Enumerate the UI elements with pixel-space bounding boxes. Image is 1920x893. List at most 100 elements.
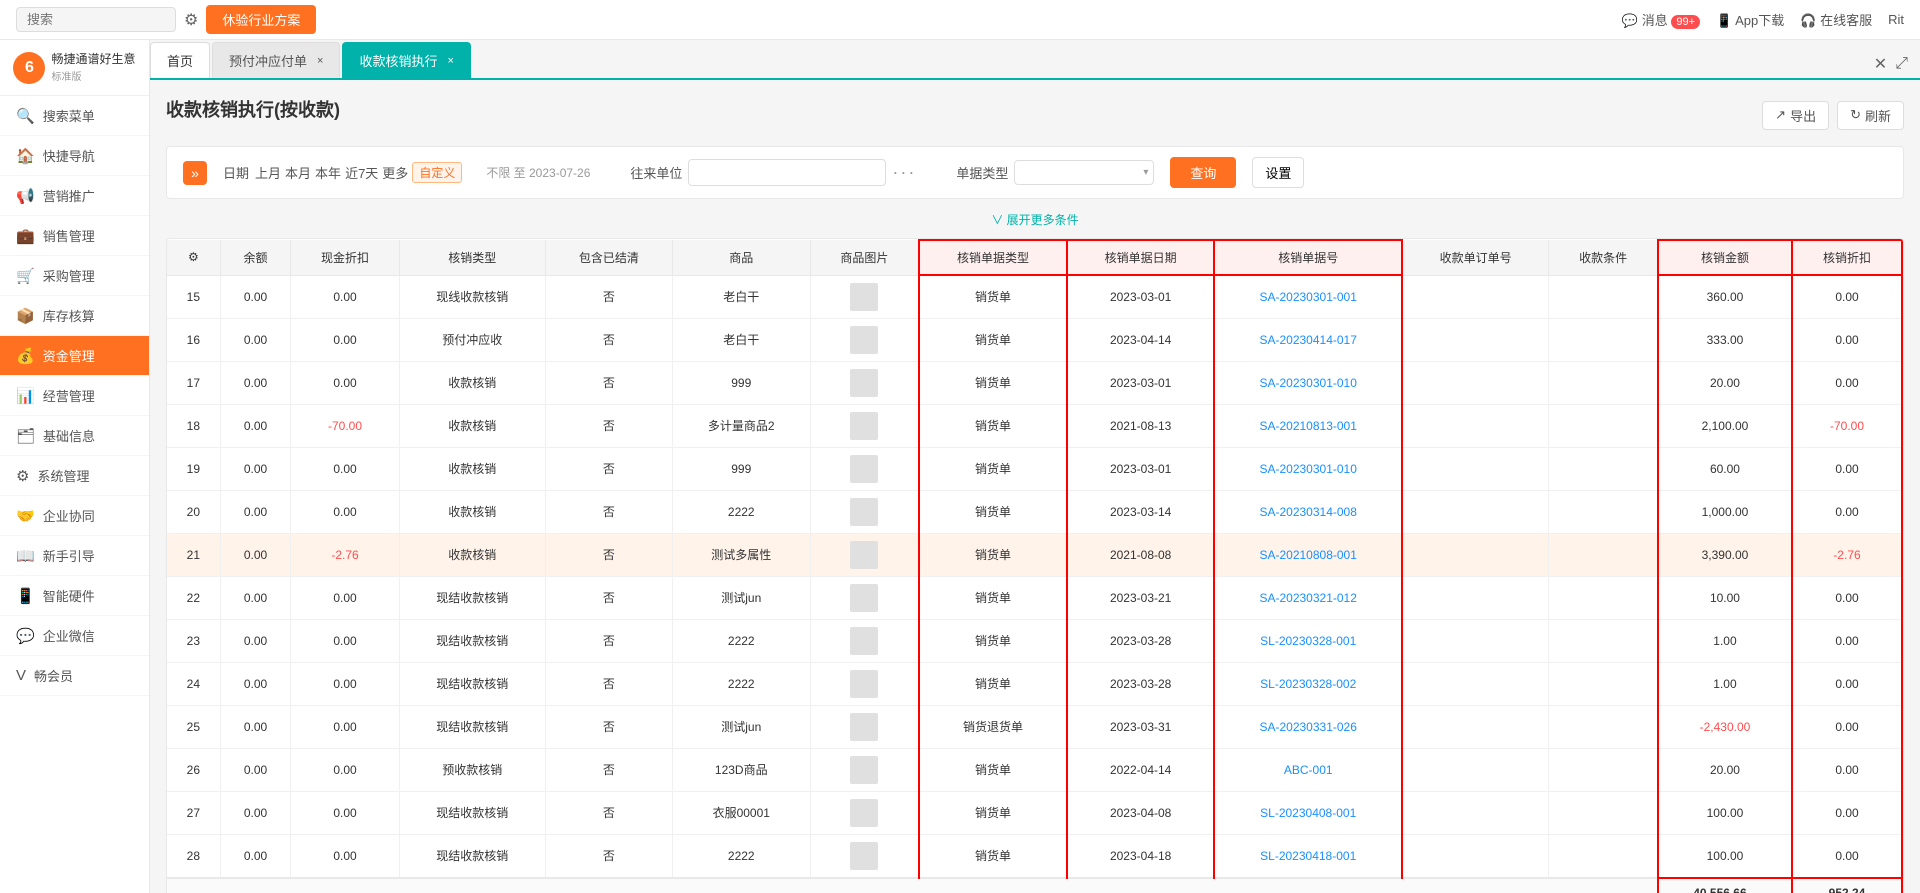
counterparty-dots[interactable]: ··· <box>892 162 916 183</box>
wo-no-link[interactable]: ABC-001 <box>1284 763 1333 777</box>
hardware-icon: 📱 <box>16 587 35 605</box>
sidebar-item-corp[interactable]: 🤝 企业协同 <box>0 496 149 536</box>
table-row: 23 0.00 0.00 现结收款核销 否 2222 销货单 2023-03-2… <box>167 619 1902 662</box>
table-row: 17 0.00 0.00 收款核销 否 999 销货单 2023-03-01 S… <box>167 361 1902 404</box>
cell-wo-no[interactable]: SA-20230301-001 <box>1214 275 1402 318</box>
cell-wo-no[interactable]: SA-20230301-010 <box>1214 361 1402 404</box>
cell-product-img <box>810 705 919 748</box>
home-icon: 🏠 <box>16 147 35 165</box>
cell-wo-doc-type: 销货退货单 <box>919 705 1067 748</box>
wo-no-link[interactable]: SA-20210813-001 <box>1259 419 1356 433</box>
sidebar-item-wechat[interactable]: 💬 企业微信 <box>0 616 149 656</box>
cell-wo-discount: 0.00 <box>1792 619 1902 662</box>
query-button[interactable]: 查询 <box>1170 157 1236 188</box>
search-input[interactable] <box>16 7 176 32</box>
sidebar-item-vip[interactable]: V 畅会员 <box>0 656 149 696</box>
column-wo-doc-type: 核销单据类型 <box>919 240 1067 275</box>
filter-collapse-btn[interactable]: » <box>183 161 207 185</box>
cell-cash-discount: 0.00 <box>291 576 399 619</box>
counterparty-input[interactable] <box>688 159 886 186</box>
tab-prepay-close[interactable]: × <box>317 55 323 67</box>
app-download[interactable]: 📱 App下载 <box>1716 10 1784 29</box>
this-year-link[interactable]: 本年 <box>315 163 341 182</box>
more-link[interactable]: 更多 <box>382 163 408 182</box>
cell-product-img <box>810 361 919 404</box>
export-button[interactable]: ↗ 导出 <box>1762 101 1829 130</box>
wo-no-link[interactable]: SA-20230414-017 <box>1259 333 1356 347</box>
sidebar-item-basic[interactable]: 🗂 基础信息 <box>0 416 149 456</box>
cell-wo-no[interactable]: SL-20230328-002 <box>1214 662 1402 705</box>
cell-balance: 0.00 <box>220 533 291 576</box>
cell-balance: 0.00 <box>220 791 291 834</box>
cell-wo-no[interactable]: SL-20230418-001 <box>1214 834 1402 878</box>
wo-no-link[interactable]: SA-20230301-001 <box>1259 290 1356 304</box>
cell-wo-no[interactable]: SL-20230328-001 <box>1214 619 1402 662</box>
cell-wo-amount: 1.00 <box>1658 662 1792 705</box>
table-row: 15 0.00 0.00 现线收款核销 否 老白干 销货单 2023-03-01… <box>167 275 1902 318</box>
expand-more-btn[interactable]: ∨ 展开更多条件 <box>166 207 1904 232</box>
doctype-select[interactable] <box>1014 160 1154 185</box>
cell-wo-no[interactable]: SA-20230321-012 <box>1214 576 1402 619</box>
user-name[interactable]: Rit <box>1888 12 1904 27</box>
sidebar-item-marketing[interactable]: 📢 营销推广 <box>0 176 149 216</box>
tab-writeoff-close[interactable]: × <box>447 55 453 67</box>
setting-button[interactable]: 设置 <box>1252 157 1304 188</box>
sidebar-item-finance[interactable]: 💰 资金管理 <box>0 336 149 376</box>
wo-no-link[interactable]: SA-20230301-010 <box>1259 462 1356 476</box>
wo-no-link[interactable]: SL-20230418-001 <box>1260 849 1356 863</box>
wo-no-link[interactable]: SL-20230328-002 <box>1260 677 1356 691</box>
tab-home[interactable]: 首页 <box>150 42 210 78</box>
cell-product: 999 <box>672 361 810 404</box>
sidebar-item-operation[interactable]: 📊 经营管理 <box>0 376 149 416</box>
wo-no-link[interactable]: SA-20210808-001 <box>1259 548 1356 562</box>
wo-no-link[interactable]: SA-20230321-012 <box>1259 591 1356 605</box>
message-area[interactable]: 💬 消息 99+ <box>1622 10 1700 29</box>
cell-wo-no[interactable]: SL-20230408-001 <box>1214 791 1402 834</box>
cell-wo-amount: 60.00 <box>1658 447 1792 490</box>
cell-balance: 0.00 <box>220 318 291 361</box>
online-service[interactable]: 🎧 在线客服 <box>1800 10 1872 29</box>
sidebar-item-guide[interactable]: 📖 新手引导 <box>0 536 149 576</box>
last-month-link[interactable]: 上月 <box>255 163 281 182</box>
column-gear[interactable]: ⚙ <box>167 240 220 275</box>
last7-link[interactable]: 近7天 <box>345 163 378 182</box>
sidebar-item-search[interactable]: 🔍 搜索菜单 <box>0 96 149 136</box>
gear-icon[interactable]: ⚙ <box>184 10 198 30</box>
cell-wo-no[interactable]: SA-20230331-026 <box>1214 705 1402 748</box>
sidebar-item-hardware[interactable]: 📱 智能硬件 <box>0 576 149 616</box>
custom-date-btn[interactable]: 自定义 <box>412 162 462 183</box>
cell-wo-no[interactable]: ABC-001 <box>1214 748 1402 791</box>
cell-wo-amount: 360.00 <box>1658 275 1792 318</box>
cell-include-settled: 否 <box>545 705 672 748</box>
table-footer-row: 40,556,66... 952.24 <box>167 878 1902 893</box>
cell-wo-no[interactable]: SA-20210813-001 <box>1214 404 1402 447</box>
cell-writeoff-type: 现结收款核销 <box>399 834 545 878</box>
cell-wo-no[interactable]: SA-20230301-010 <box>1214 447 1402 490</box>
wo-no-link[interactable]: SA-20230314-008 <box>1259 505 1356 519</box>
sidebar-item-inventory[interactable]: 📦 库存核算 <box>0 296 149 336</box>
sidebar-item-system[interactable]: ⚙ 系统管理 <box>0 456 149 496</box>
cell-balance: 0.00 <box>220 705 291 748</box>
tab-writeoff[interactable]: 收款核销执行 × <box>342 42 470 78</box>
wo-no-link[interactable]: SA-20230331-026 <box>1259 720 1356 734</box>
cell-wo-date: 2023-03-31 <box>1067 705 1215 748</box>
wo-no-link[interactable]: SA-20230301-010 <box>1259 376 1356 390</box>
refresh-button[interactable]: ↻ 刷新 <box>1837 101 1904 130</box>
wo-no-link[interactable]: SL-20230408-001 <box>1260 806 1356 820</box>
table-row: 18 0.00 -70.00 收款核销 否 多计量商品2 销货单 2021-08… <box>167 404 1902 447</box>
tab-close-btn[interactable]: ✕ <box>1874 54 1887 74</box>
wo-no-link[interactable]: SL-20230328-001 <box>1260 634 1356 648</box>
cell-wo-discount: 0.00 <box>1792 447 1902 490</box>
sidebar-item-purchase[interactable]: 🛒 采购管理 <box>0 256 149 296</box>
sidebar-item-sales[interactable]: 💼 销售管理 <box>0 216 149 256</box>
tab-expand-btn[interactable]: ⤢ <box>1895 55 1908 73</box>
sidebar-item-quick[interactable]: 🏠 快捷导航 <box>0 136 149 176</box>
this-month-link[interactable]: 本月 <box>285 163 311 182</box>
solution-button[interactable]: 休验行业方案 <box>206 5 316 34</box>
cell-wo-no[interactable]: SA-20210808-001 <box>1214 533 1402 576</box>
cell-wo-no[interactable]: SA-20230314-008 <box>1214 490 1402 533</box>
cell-wo-no[interactable]: SA-20230414-017 <box>1214 318 1402 361</box>
cell-wo-date: 2023-03-14 <box>1067 490 1215 533</box>
tab-prepay[interactable]: 预付冲应付单 × <box>212 42 340 78</box>
cell-writeoff-type: 现线收款核销 <box>399 275 545 318</box>
